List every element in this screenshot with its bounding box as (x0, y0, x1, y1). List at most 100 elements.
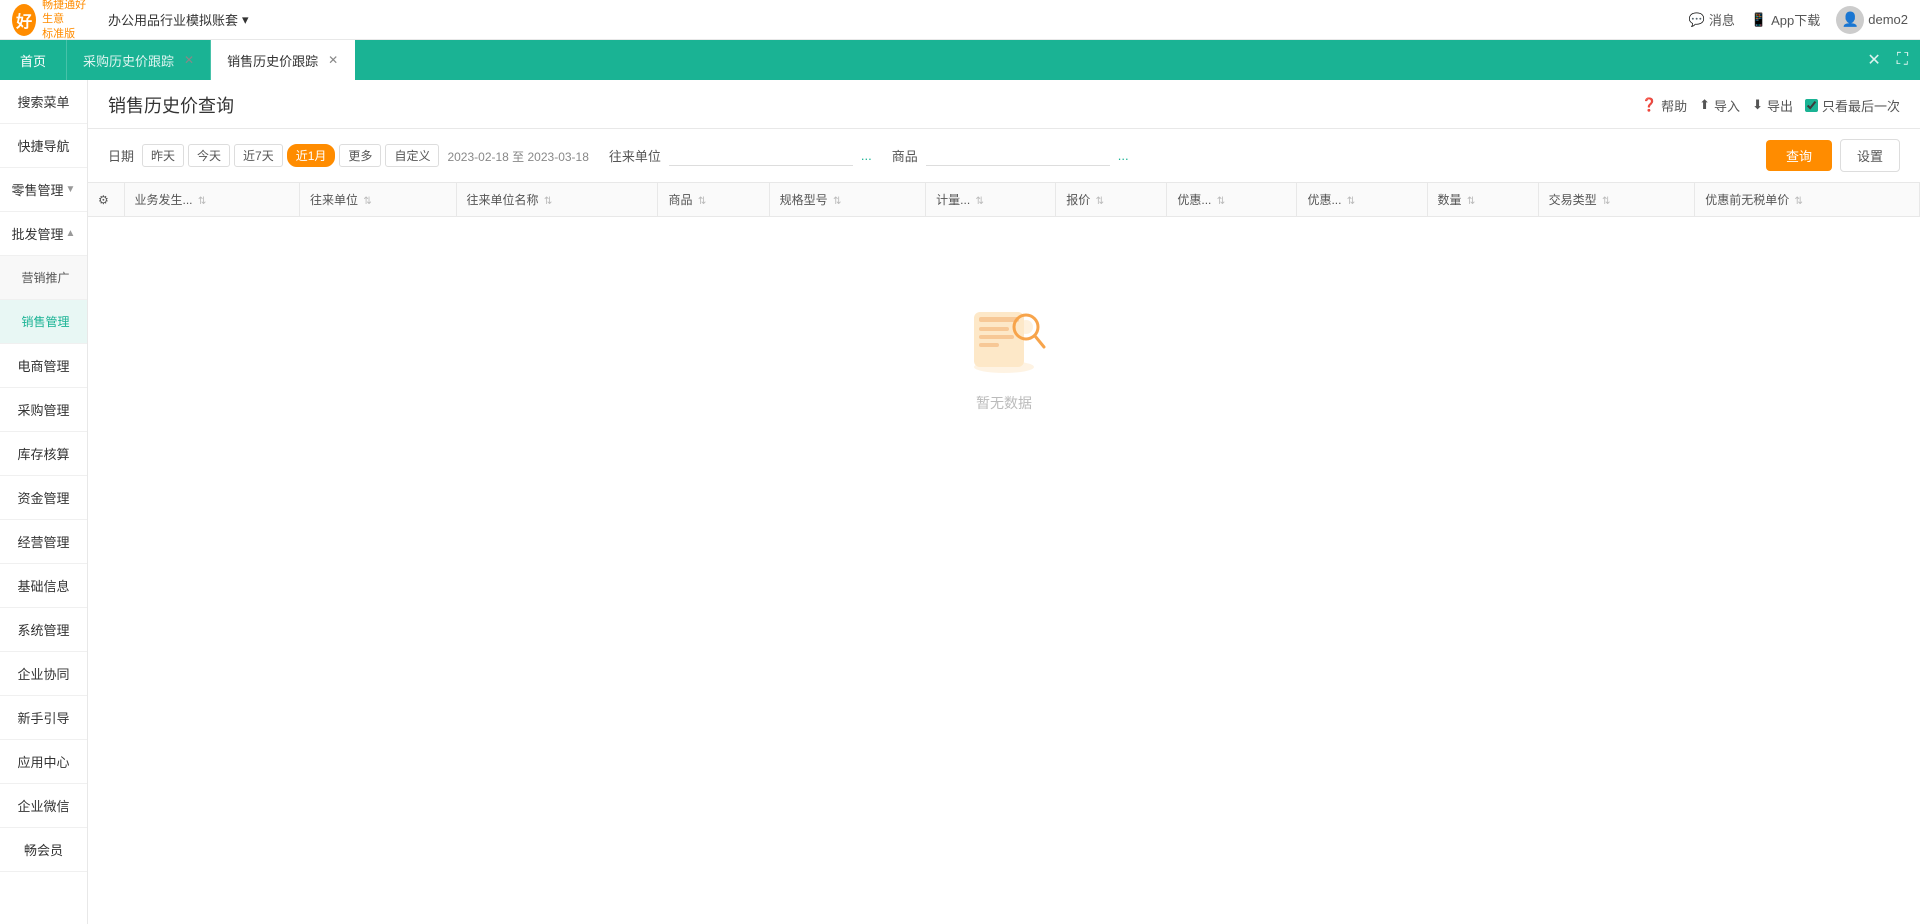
sidebar-item-wechat[interactable]: 企业微信 (0, 784, 87, 828)
date-btn-yesterday[interactable]: 昨天 (142, 144, 184, 167)
sidebar-item-quick-nav[interactable]: 快捷导航 (0, 124, 87, 168)
table-col-business-date[interactable]: 业务发生... ⇅ (124, 183, 299, 217)
data-table: ⚙ 业务发生... ⇅ 往来单位 ⇅ 往来单位名称 ⇅ (88, 183, 1920, 217)
only-last-input[interactable] (1805, 99, 1818, 112)
close-all-tabs-button[interactable]: ✕ (1863, 46, 1884, 74)
sort-icon-unit: ⇅ (976, 196, 984, 207)
sidebar-item-sales-mgmt[interactable]: 销售管理 (0, 300, 87, 344)
help-button[interactable]: ❓ 帮助 (1641, 96, 1687, 115)
content-area: 销售历史价查询 ❓ 帮助 ⬆ 导入 ⬇ 导出 (88, 80, 1920, 924)
page-title: 销售历史价查询 (108, 92, 234, 118)
sidebar-item-member[interactable]: 畅会员 (0, 828, 87, 872)
sidebar-item-search[interactable]: 搜索菜单 (0, 80, 87, 124)
product-filter-group: 商品 ... (892, 146, 1129, 166)
sidebar-item-enterprise[interactable]: 企业协同 (0, 652, 87, 696)
date-btn-more[interactable]: 更多 (339, 144, 381, 167)
import-icon: ⬆ (1699, 97, 1710, 113)
table-col-discount2[interactable]: 优惠... ⇅ (1297, 183, 1427, 217)
sidebar-item-retail[interactable]: 零售管理 ▼ (0, 168, 87, 212)
user-menu[interactable]: 👤 demo2 (1836, 6, 1908, 34)
empty-text: 暂无数据 (976, 393, 1032, 413)
table-col-partner-code[interactable]: 往来单位 ⇅ (299, 183, 456, 217)
product-select-icon[interactable]: ... (1118, 148, 1129, 163)
partner-input[interactable] (669, 146, 853, 166)
sort-icon-business-date: ⇅ (198, 196, 206, 207)
sort-icon-price: ⇅ (1096, 196, 1104, 207)
partner-filter-group: 往来单位 ... (609, 146, 872, 166)
sidebar-item-marketing[interactable]: 营销推广 (0, 256, 87, 300)
sidebar-item-apps[interactable]: 应用中心 (0, 740, 87, 784)
partner-select-icon[interactable]: ... (861, 148, 872, 163)
only-last-checkbox[interactable]: 只看最后一次 (1805, 96, 1900, 115)
export-button[interactable]: ⬇ 导出 (1752, 96, 1793, 115)
help-icon: ❓ (1641, 97, 1657, 113)
message-icon: 💬 (1689, 12, 1705, 28)
logo-text: 畅捷通好生意 标准版 (42, 0, 92, 41)
sidebar-item-ecommerce[interactable]: 电商管理 (0, 344, 87, 388)
date-btn-custom[interactable]: 自定义 (385, 144, 439, 167)
tab-purchase-history-close[interactable]: ✕ (184, 53, 194, 67)
table-col-unit[interactable]: 计量... ⇅ (926, 183, 1056, 217)
date-label: 日期 (108, 146, 134, 165)
maximize-button[interactable]: ⛶ (1893, 47, 1912, 73)
account-selector[interactable]: 办公用品行业模拟账套 ▾ (108, 10, 249, 29)
setting-button[interactable]: 设置 (1840, 139, 1900, 172)
wholesale-arrow: ▲ (66, 228, 76, 239)
topbar-left: 好 畅捷通好生意 标准版 办公用品行业模拟账套 ▾ (12, 0, 249, 41)
phone-icon: 📱 (1751, 12, 1767, 28)
table-col-trade-type[interactable]: 交易类型 ⇅ (1538, 183, 1695, 217)
product-label: 商品 (892, 146, 918, 165)
date-range-display: 2023-02-18 至 2023-03-18 (447, 148, 588, 165)
sort-icon-partner-code: ⇅ (363, 196, 371, 207)
app-download-button[interactable]: 📱 App下载 (1751, 10, 1820, 29)
export-icon: ⬇ (1752, 97, 1763, 113)
page-header: 销售历史价查询 ❓ 帮助 ⬆ 导入 ⬇ 导出 (88, 80, 1920, 129)
sort-icon-partner-name: ⇅ (544, 196, 552, 207)
table-col-quantity[interactable]: 数量 ⇅ (1427, 183, 1538, 217)
partner-label: 往来单位 (609, 146, 661, 165)
sidebar-item-inventory[interactable]: 库存核算 (0, 432, 87, 476)
date-btn-last7[interactable]: 近7天 (234, 144, 283, 167)
table-col-partner-name[interactable]: 往来单位名称 ⇅ (456, 183, 658, 217)
date-buttons: 昨天 今天 近7天 近1月 更多 自定义 (142, 144, 439, 167)
product-input[interactable] (926, 146, 1110, 166)
sort-icon-quantity: ⇅ (1467, 196, 1475, 207)
query-button[interactable]: 查询 (1766, 140, 1832, 171)
table-col-product[interactable]: 商品 ⇅ (658, 183, 769, 217)
sidebar-item-operations[interactable]: 经营管理 (0, 520, 87, 564)
wholesale-submenu: 营销推广 销售管理 (0, 256, 87, 344)
tab-home[interactable]: 首页 (0, 40, 67, 80)
tab-sales-history[interactable]: 销售历史价跟踪 ✕ (211, 40, 355, 80)
sidebar-item-basic-info[interactable]: 基础信息 (0, 564, 87, 608)
sidebar-item-guide[interactable]: 新手引导 (0, 696, 87, 740)
sort-icon-product: ⇅ (698, 196, 706, 207)
table-col-gear[interactable]: ⚙ (88, 183, 124, 217)
tabbar-actions: ✕ ⛶ (1863, 46, 1920, 74)
sidebar-item-wholesale[interactable]: 批发管理 ▲ (0, 212, 87, 256)
sort-icon-discount1: ⇅ (1217, 196, 1225, 207)
logo-icon: 好 (12, 4, 36, 36)
sidebar-item-system[interactable]: 系统管理 (0, 608, 87, 652)
sidebar-item-finance[interactable]: 资金管理 (0, 476, 87, 520)
date-btn-last1m[interactable]: 近1月 (287, 144, 336, 167)
sidebar-item-purchase[interactable]: 采购管理 (0, 388, 87, 432)
filter-row: 日期 昨天 今天 近7天 近1月 更多 自定义 2023-02-18 至 202… (88, 129, 1920, 183)
date-filter-group: 日期 昨天 今天 近7天 近1月 更多 自定义 2023-02-18 至 202… (108, 144, 589, 167)
gear-icon[interactable]: ⚙ (98, 193, 109, 207)
table-col-spec[interactable]: 规格型号 ⇅ (769, 183, 926, 217)
date-btn-today[interactable]: 今天 (188, 144, 230, 167)
tab-sales-history-close[interactable]: ✕ (328, 53, 338, 67)
retail-arrow: ▼ (66, 184, 76, 195)
table-col-pretax-price[interactable]: 优惠前无税单价 ⇅ (1695, 183, 1920, 217)
message-button[interactable]: 💬 消息 (1689, 10, 1735, 29)
logo-area: 好 畅捷通好生意 标准版 (12, 0, 92, 41)
sort-icon-trade-type: ⇅ (1602, 196, 1610, 207)
topbar-right: 💬 消息 📱 App下载 👤 demo2 (1689, 6, 1908, 34)
sort-icon-discount2: ⇅ (1347, 196, 1355, 207)
table-col-price[interactable]: 报价 ⇅ (1056, 183, 1167, 217)
tab-purchase-history[interactable]: 采购历史价跟踪 ✕ (67, 40, 211, 80)
import-button[interactable]: ⬆ 导入 (1699, 96, 1740, 115)
avatar: 👤 (1836, 6, 1864, 34)
chevron-down-icon: ▾ (242, 12, 249, 28)
table-col-discount1[interactable]: 优惠... ⇅ (1167, 183, 1297, 217)
